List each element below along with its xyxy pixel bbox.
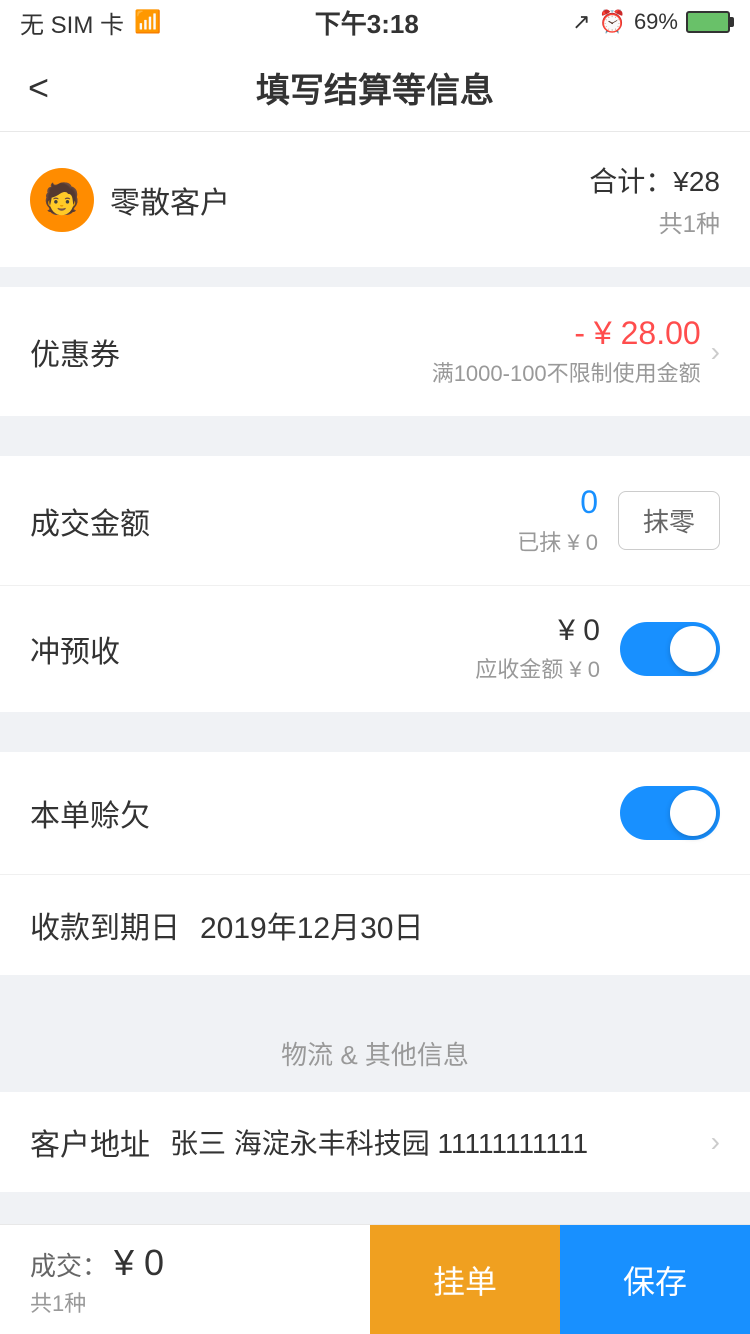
- coupon-right: - ¥ 28.00 满1000-100不限制使用金额 ›: [432, 315, 720, 388]
- bottom-bar: 成交： ¥ 0 共1种 挂单 保存: [0, 1224, 750, 1334]
- carrier-label: 无 SIM 卡: [20, 5, 124, 40]
- round-button[interactable]: 抹零: [618, 491, 720, 550]
- main-content: 🧑 零散客户 合计：¥28 共1种 优惠券 - ¥ 28.00 满1000-10…: [0, 132, 750, 1332]
- bottom-deal-count: 共1种: [30, 1286, 370, 1318]
- bottom-deal-info: 成交： ¥ 0 共1种: [0, 1242, 370, 1318]
- customer-left: 🧑 零散客户: [30, 168, 230, 232]
- coupon-section: 优惠券 - ¥ 28.00 满1000-100不限制使用金额 ›: [0, 287, 750, 416]
- prepay-amount: ¥ 0: [475, 614, 600, 648]
- address-row[interactable]: 客户地址 张三 海淀永丰科技园 11111111111 ›: [0, 1092, 750, 1192]
- section-divider-2: [0, 732, 750, 752]
- status-right: ↗ ⏰ 69%: [572, 9, 730, 35]
- status-left: 无 SIM 卡 📶: [20, 5, 161, 40]
- logistics-header: 物流 & 其他信息: [0, 1015, 750, 1092]
- deal-section: 成交金额 0 已抹 ¥ 0 抹零 冲预收 ¥ 0 应收金额 ¥ 0: [0, 456, 750, 712]
- battery-icon: [686, 11, 730, 33]
- coupon-chevron-icon: ›: [711, 336, 720, 368]
- debt-toggle-slider: [620, 786, 720, 840]
- logistics-title: 物流 & 其他信息: [281, 1040, 469, 1070]
- deal-right: 0 已抹 ¥ 0 抹零: [517, 484, 720, 557]
- coupon-label: 优惠券: [30, 330, 120, 374]
- nav-bar: < 填写结算等信息: [0, 44, 750, 132]
- coupon-content: - ¥ 28.00 满1000-100不限制使用金额: [432, 315, 701, 388]
- toggle-slider: [620, 622, 720, 676]
- deal-row: 成交金额 0 已抹 ¥ 0 抹零: [0, 456, 750, 585]
- debt-section: 本单赊欠 收款到期日 2019年12月30日: [0, 752, 750, 975]
- battery-percent: 69%: [634, 9, 678, 35]
- section-divider-1: [0, 436, 750, 456]
- save-button[interactable]: 保存: [560, 1225, 750, 1334]
- back-button[interactable]: <: [28, 67, 49, 109]
- due-date-row: 收款到期日 2019年12月30日: [0, 874, 750, 975]
- location-icon: ↗: [572, 9, 590, 35]
- alarm-icon: ⏰: [599, 9, 626, 35]
- prepay-label: 冲预收: [30, 627, 120, 671]
- avatar: 🧑: [30, 168, 94, 232]
- hold-button[interactable]: 挂单: [370, 1225, 560, 1334]
- deal-label: 成交金额: [30, 499, 150, 543]
- customer-count: 共1种: [589, 204, 720, 239]
- section-divider-3: [0, 995, 750, 1015]
- wifi-icon: 📶: [134, 9, 161, 35]
- bottom-button-group: 挂单 保存: [370, 1225, 750, 1334]
- deal-amount-value: 0: [517, 484, 598, 521]
- customer-row: 🧑 零散客户 合计：¥28 共1种: [0, 132, 750, 267]
- customer-name: 零散客户: [110, 178, 230, 222]
- debt-toggle[interactable]: [620, 786, 720, 840]
- coupon-desc: 满1000-100不限制使用金额: [432, 356, 701, 388]
- avatar-icon: 🧑: [43, 182, 80, 217]
- address-chevron-icon: ›: [711, 1126, 720, 1158]
- address-value: 张三 海淀永丰科技园 11111111111: [170, 1122, 711, 1162]
- address-label: 客户地址: [30, 1120, 150, 1164]
- due-date-value: 2019年12月30日: [200, 903, 423, 947]
- deal-amount-group: 0 已抹 ¥ 0: [517, 484, 598, 557]
- prepay-sub: 应收金额 ¥ 0: [475, 652, 600, 684]
- prepay-row: 冲预收 ¥ 0 应收金额 ¥ 0: [0, 585, 750, 712]
- bottom-deal-label: 成交：: [30, 1246, 108, 1283]
- coupon-amount: - ¥ 28.00: [432, 315, 701, 352]
- customer-right: 合计：¥28 共1种: [589, 160, 720, 239]
- prepay-toggle[interactable]: [620, 622, 720, 676]
- prepay-amount-group: ¥ 0 应收金额 ¥ 0: [475, 614, 600, 684]
- debt-row: 本单赊欠: [0, 752, 750, 874]
- coupon-row[interactable]: 优惠券 - ¥ 28.00 满1000-100不限制使用金额 ›: [0, 287, 750, 416]
- due-date-label: 收款到期日: [30, 903, 180, 947]
- prepay-right: ¥ 0 应收金额 ¥ 0: [475, 614, 720, 684]
- customer-total: 合计：¥28: [589, 160, 720, 200]
- bottom-deal-amount: ¥ 0: [114, 1242, 164, 1284]
- debt-label: 本单赊欠: [30, 791, 150, 835]
- address-section: 客户地址 张三 海淀永丰科技园 11111111111 ›: [0, 1092, 750, 1192]
- status-time: 下午3:18: [315, 4, 419, 41]
- status-bar: 无 SIM 卡 📶 下午3:18 ↗ ⏰ 69%: [0, 0, 750, 44]
- customer-section: 🧑 零散客户 合计：¥28 共1种: [0, 132, 750, 267]
- deal-amount-sub: 已抹 ¥ 0: [517, 525, 598, 557]
- page-title: 填写结算等信息: [256, 63, 494, 112]
